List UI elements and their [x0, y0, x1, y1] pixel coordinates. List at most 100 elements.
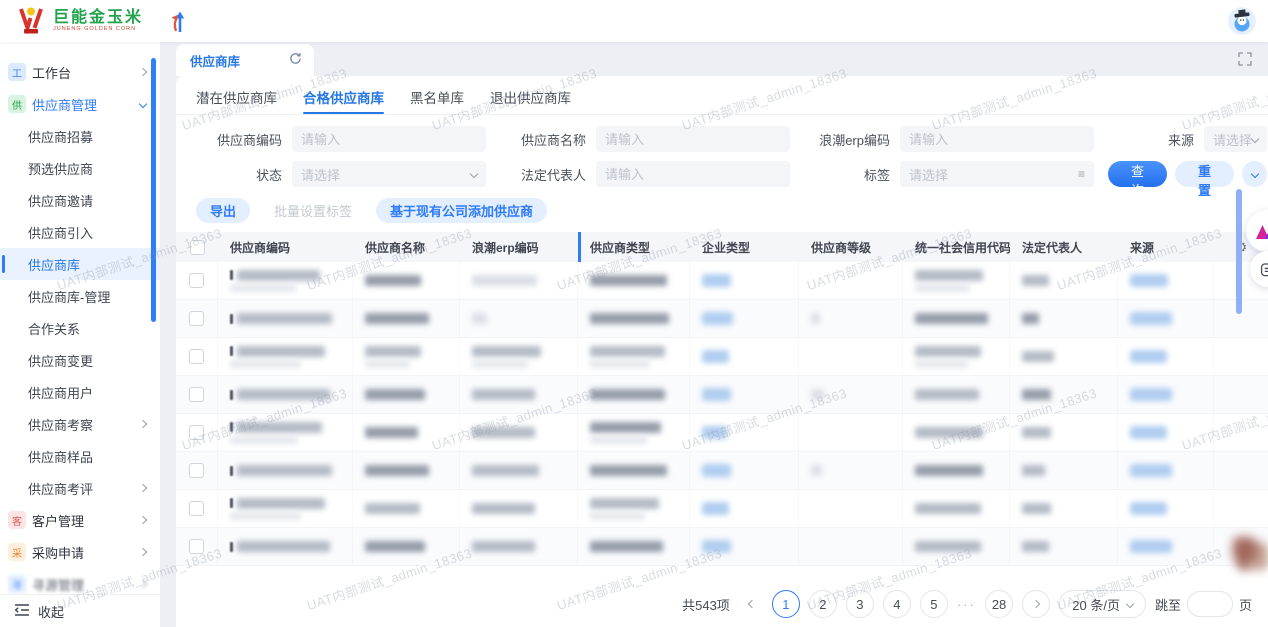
sidebar-item-supplier-management[interactable]: 供 供应商管理	[0, 88, 160, 120]
redacted-cell	[353, 376, 460, 413]
row-checkbox[interactable]	[189, 501, 204, 516]
redacted-cell	[690, 490, 799, 527]
row-checkbox[interactable]	[189, 387, 204, 402]
page-ellipsis[interactable]: ···	[957, 597, 976, 612]
sidebar-item-supplier-library[interactable]: 供应商库	[0, 248, 160, 280]
redacted-cell	[578, 414, 690, 451]
fullscreen-icon[interactable]	[1238, 52, 1252, 66]
prev-page-button[interactable]	[741, 590, 763, 618]
source-select[interactable]: 请选择	[1204, 126, 1268, 152]
next-page-button[interactable]	[1022, 590, 1051, 618]
sidebar-scrollbar[interactable]	[151, 58, 156, 322]
col-erp-code: 浪潮erp编码	[472, 240, 539, 255]
search-button[interactable]: 查询	[1107, 161, 1167, 198]
sidebar-item-customer-management[interactable]: 客 客户管理	[0, 504, 160, 536]
tag-label: 标签	[863, 167, 890, 183]
chevron-down-icon	[1125, 599, 1135, 609]
user-avatar[interactable]	[1228, 7, 1256, 35]
jump-page-input[interactable]	[1186, 591, 1233, 617]
row-checkbox[interactable]	[189, 539, 204, 554]
redacted-cell	[218, 490, 353, 527]
table-row[interactable]	[176, 300, 1268, 338]
sidebar-item-supplier-inspect[interactable]: 供应商考察	[0, 408, 160, 440]
sidebar-collapse-button[interactable]: 收起	[0, 594, 160, 627]
sidebar-item-supplier-review[interactable]: 供应商考评	[0, 472, 160, 504]
refresh-icon[interactable]	[289, 52, 302, 68]
page-tab-supplier-library[interactable]: 供应商库	[176, 44, 314, 76]
row-checkbox[interactable]	[189, 463, 204, 478]
page-size-select[interactable]: 20 条/页	[1059, 590, 1146, 618]
page-2-button[interactable]: 2	[808, 590, 837, 618]
row-checkbox[interactable]	[189, 273, 204, 288]
supplier-name-input[interactable]	[596, 126, 790, 152]
redacted-cell	[903, 338, 1010, 375]
row-checkbox[interactable]	[189, 349, 204, 364]
page-4-button[interactable]: 4	[882, 590, 911, 618]
col-supplier-grade: 供应商等级	[811, 240, 872, 255]
redacted-cell	[460, 376, 578, 413]
sidebar-item-workbench[interactable]: 工 工作台	[0, 56, 160, 88]
redacted-cell	[903, 452, 1010, 489]
supplier-table: 供应商编码 供应商名称 浪潮erp编码 供应商类型 企业类型 供应商等级 统一社…	[176, 232, 1268, 566]
sidebar-item-supplier-library-manage[interactable]: 供应商库-管理	[0, 280, 160, 312]
legal-rep-input[interactable]	[596, 161, 790, 187]
batch-set-tags-button[interactable]: 批量设置标签	[260, 198, 366, 223]
redacted-cell	[218, 528, 353, 565]
redacted-cell	[353, 528, 460, 565]
tab-blacklist[interactable]: 黑名单库	[410, 87, 464, 114]
page-3-button[interactable]: 3	[845, 590, 874, 618]
supplier-name-label: 供应商名称	[520, 132, 586, 148]
select-all-checkbox[interactable]	[189, 239, 205, 255]
sidebar-item-supplier-change[interactable]: 供应商变更	[0, 344, 160, 376]
vertical-scrollbar[interactable]	[1236, 189, 1242, 314]
status-select[interactable]: 请选择	[292, 161, 486, 187]
export-button[interactable]: 导出	[196, 198, 251, 223]
sidebar-item-supplier-recruit[interactable]: 供应商招募	[0, 120, 160, 152]
table-row[interactable]	[176, 376, 1268, 414]
redacted-cell	[903, 490, 1010, 527]
redacted-cell	[1214, 452, 1268, 489]
table-row[interactable]	[176, 490, 1268, 528]
erp-code-input[interactable]	[900, 126, 1094, 152]
redacted-cell	[799, 262, 903, 299]
sidebar-item-cooperation[interactable]: 合作关系	[0, 312, 160, 344]
tab-exited-suppliers[interactable]: 退出供应商库	[490, 87, 571, 114]
reset-button[interactable]: 重置	[1175, 161, 1235, 198]
table-actions: 导出 批量设置标签 基于现有公司添加供应商	[196, 198, 1268, 223]
sidebar-item-supplier-samples[interactable]: 供应商样品	[0, 440, 160, 472]
page-28-button[interactable]: 28	[984, 590, 1014, 618]
chevron-right-icon	[138, 515, 148, 525]
tag-select[interactable]: 请选择 ≡	[900, 161, 1094, 187]
table-row[interactable]	[176, 262, 1268, 300]
redacted-cell	[690, 414, 799, 451]
row-checkbox-cell	[176, 376, 218, 413]
redacted-cell	[460, 452, 578, 489]
add-from-existing-company-button[interactable]: 基于现有公司添加供应商	[376, 198, 548, 223]
tab-qualified-suppliers[interactable]: 合格供应商库	[303, 87, 384, 114]
sidebar-item-supplier-invite[interactable]: 供应商邀请	[0, 184, 160, 216]
supplier-code-input[interactable]	[292, 126, 486, 152]
page-5-button[interactable]: 5	[919, 590, 948, 618]
sidebar-item-preselect-supplier[interactable]: 预选供应商	[0, 152, 160, 184]
table-row[interactable]	[176, 414, 1268, 452]
sidebar-item-sourcing-management[interactable]: 寻 寻源管理	[0, 568, 160, 594]
pagination-total: 共543项	[682, 597, 730, 613]
row-checkbox-cell	[176, 338, 218, 375]
redacted-cell	[218, 414, 353, 451]
collapse-filters-button[interactable]	[1242, 161, 1268, 187]
sidebar-item-purchase-request[interactable]: 采 采购申请	[0, 536, 160, 568]
sidebar-item-supplier-introduce[interactable]: 供应商引入	[0, 216, 160, 248]
tab-potential-suppliers[interactable]: 潜在供应商库	[196, 87, 277, 114]
page-1-button[interactable]: 1	[771, 590, 800, 618]
row-checkbox[interactable]	[189, 311, 204, 326]
redacted-cell	[1010, 300, 1118, 337]
row-checkbox[interactable]	[189, 425, 204, 440]
redacted-cell	[1118, 414, 1214, 451]
table-row[interactable]	[176, 338, 1268, 376]
table-row[interactable]	[176, 528, 1268, 566]
redacted-cell	[1010, 490, 1118, 527]
table-row[interactable]	[176, 452, 1268, 490]
column-resize-indicator[interactable]	[578, 232, 581, 262]
quick-nav-arrows-icon[interactable]	[165, 7, 191, 35]
sidebar-item-supplier-users[interactable]: 供应商用户	[0, 376, 160, 408]
